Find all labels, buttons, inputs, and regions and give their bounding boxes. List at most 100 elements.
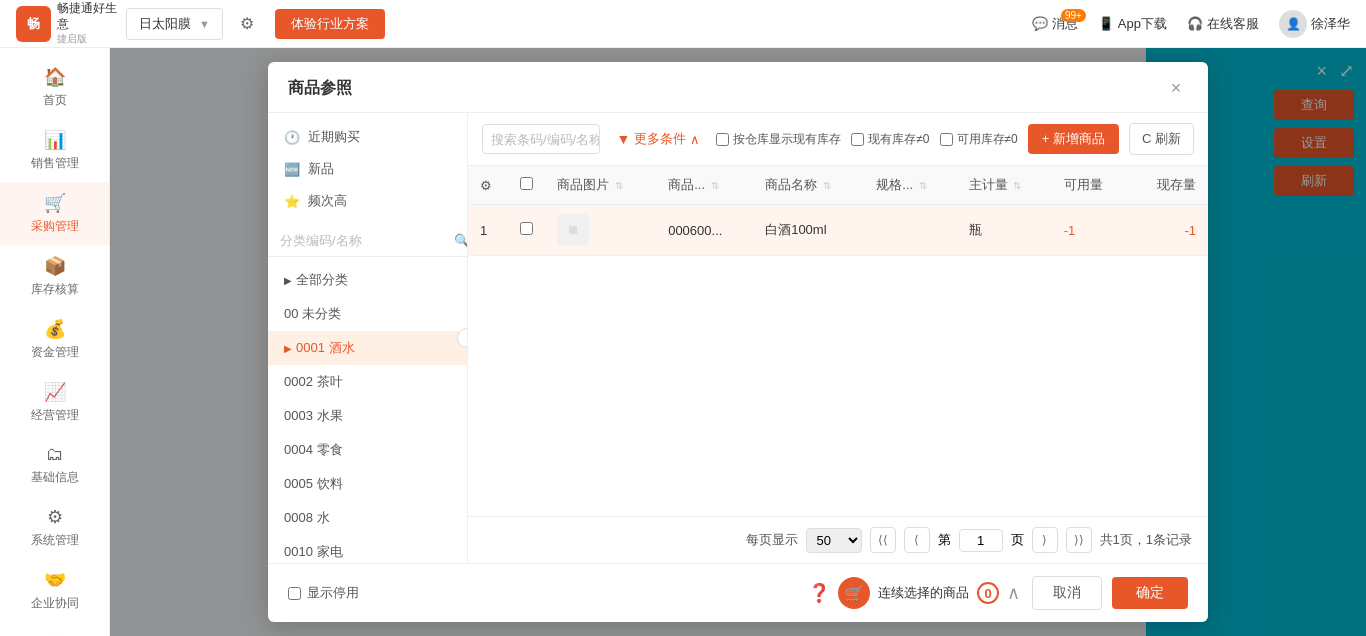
mobile-icon: 📱	[1098, 16, 1114, 31]
td-stock: -1	[1130, 205, 1208, 256]
branch-name: 日太阳膜	[139, 15, 191, 33]
display-disabled-checkbox[interactable]	[288, 587, 301, 600]
user-profile-nav-item[interactable]: 👤 徐泽华	[1279, 10, 1350, 38]
category-item-0[interactable]: 00 未分类	[268, 297, 467, 331]
th-unit[interactable]: 主计量 ⇅	[957, 166, 1052, 205]
product-search-input[interactable]	[483, 127, 600, 152]
category-label: 0004 零食	[284, 441, 343, 459]
category-item-2[interactable]: 0002 茶叶	[268, 365, 467, 399]
category-item-5[interactable]: 0005 饮料	[268, 467, 467, 501]
page-prev-btn[interactable]: ⟨	[904, 527, 930, 553]
experience-btn[interactable]: 体验行业方案	[275, 9, 385, 39]
quick-links: 🕐 近期购买 🆕 新品 ⭐ 频次高	[268, 113, 467, 225]
sidebar-item-system[interactable]: ⚙ 系统管理	[0, 496, 109, 559]
quick-link-recent[interactable]: 🕐 近期购买	[268, 121, 467, 153]
warehouse-stock-checkbox[interactable]	[716, 133, 729, 146]
page-input[interactable]	[959, 529, 1003, 552]
modal-close-btn[interactable]: ×	[1164, 76, 1188, 100]
quick-link-frequent[interactable]: ⭐ 频次高	[268, 185, 467, 217]
app-download-nav-item[interactable]: 📱 App下载	[1098, 15, 1167, 33]
cancel-btn[interactable]: 取消	[1032, 576, 1102, 610]
table-row[interactable]: 1	[468, 205, 1208, 256]
help-icon[interactable]: ❓	[808, 582, 830, 604]
table-body: 1	[468, 205, 1208, 256]
row-checkbox[interactable]	[520, 222, 533, 235]
nonzero-stock-filter[interactable]: 现有库存≠0	[851, 131, 929, 148]
logo-text: 畅捷通好生意	[57, 1, 126, 32]
logo-text-block: 畅捷通好生意 捷启版	[57, 1, 126, 46]
filter-icon: ▼	[616, 131, 630, 147]
td-spec	[864, 205, 956, 256]
th-usable: 可用量	[1052, 166, 1130, 205]
sidebar-item-basic-info[interactable]: 🗂 基础信息	[0, 434, 109, 496]
category-item-6[interactable]: 0008 水	[268, 501, 467, 535]
branch-selector[interactable]: 日太阳膜 ▼	[126, 8, 223, 40]
cart-icon[interactable]: 🛒	[838, 577, 870, 609]
sidebar-item-guide[interactable]: 📖 新手引导	[0, 622, 109, 636]
usable-stock-filter[interactable]: 可用库存≠0	[940, 131, 1018, 148]
select-all-checkbox[interactable]	[520, 177, 533, 190]
sort-icon: ⇅	[919, 180, 927, 191]
category-label: 0010 家电	[284, 543, 343, 561]
sidebar-item-operations[interactable]: 📈 经营管理	[0, 371, 109, 434]
category-list: ▶ 全部分类 00 未分类 ▶ 0001 酒水 0002 茶	[268, 257, 467, 563]
warehouse-stock-label: 按仓库显示现有库存	[733, 131, 841, 148]
page-unit: 页	[1011, 531, 1024, 549]
total-info: 共1页，1条记录	[1100, 531, 1192, 549]
sort-icon: ⇅	[711, 180, 719, 191]
confirm-btn[interactable]: 确定	[1112, 577, 1188, 609]
category-label: 0002 茶叶	[284, 373, 343, 391]
category-search-input[interactable]	[280, 233, 448, 248]
category-item-7[interactable]: 0010 家电	[268, 535, 467, 563]
category-item-1[interactable]: ▶ 0001 酒水	[268, 331, 467, 365]
sidebar-item-home[interactable]: 🏠 首页	[0, 56, 109, 119]
td-product-name: 白酒100ml	[753, 205, 864, 256]
online-service-nav-item[interactable]: 🎧 在线客服	[1187, 15, 1259, 33]
category-item-4[interactable]: 0004 零食	[268, 433, 467, 467]
category-label: 0005 饮料	[284, 475, 343, 493]
td-usable: -1	[1052, 205, 1130, 256]
logo-area: 畅 畅捷通好生意 捷启版	[16, 1, 126, 46]
add-product-btn[interactable]: + 新增商品	[1028, 124, 1119, 154]
quick-link-new[interactable]: 🆕 新品	[268, 153, 467, 185]
sort-icon: ⇅	[823, 180, 831, 191]
sidebar-item-collab[interactable]: 🤝 企业协同	[0, 559, 109, 622]
more-filter-btn[interactable]: ▼ 更多条件 ∧	[610, 125, 706, 153]
messages-nav-item[interactable]: 💬 消息 99+	[1032, 15, 1078, 33]
content-area: × ⤢ 查询 设置 刷新 商品参照 ×	[110, 48, 1366, 636]
th-product-code[interactable]: 商品... ⇅	[656, 166, 753, 205]
settings-icon[interactable]: ⚙	[231, 8, 263, 40]
page-first-btn[interactable]: ⟨⟨	[870, 527, 896, 553]
th-product-name[interactable]: 商品名称 ⇅	[753, 166, 864, 205]
main-layout: 🏠 首页 📊 销售管理 🛒 采购管理 📦 库存核算 💰 资金管理 📈 经营管理 …	[0, 48, 1366, 636]
refresh-btn[interactable]: C 刷新	[1129, 123, 1194, 155]
sidebar-item-label: 采购管理	[31, 218, 79, 235]
category-item-all[interactable]: ▶ 全部分类	[268, 263, 467, 297]
operations-icon: 📈	[44, 381, 66, 403]
modal-title: 商品参照	[288, 78, 352, 99]
page-next-btn[interactable]: ⟩	[1032, 527, 1058, 553]
footer-middle: ❓ 🛒 连续选择的商品 0 ∧	[808, 577, 1020, 609]
sidebar-item-finance[interactable]: 💰 资金管理	[0, 308, 109, 371]
warehouse-stock-filter[interactable]: 按仓库显示现有库存	[716, 131, 841, 148]
per-page-select[interactable]: 10 20 50 100	[806, 528, 862, 553]
display-disabled-label[interactable]: 显示停用	[288, 584, 359, 602]
sidebar-item-label: 库存核算	[31, 281, 79, 298]
th-product-image[interactable]: 商品图片 ⇅	[545, 166, 656, 205]
usable-stock-checkbox[interactable]	[940, 133, 953, 146]
sidebar-item-inventory[interactable]: 📦 库存核算	[0, 245, 109, 308]
th-spec[interactable]: 规格... ⇅	[864, 166, 956, 205]
collapse-footer-btn[interactable]: ∧	[1007, 582, 1020, 604]
nonzero-stock-checkbox[interactable]	[851, 133, 864, 146]
page-last-btn[interactable]: ⟩⟩	[1066, 527, 1092, 553]
category-label: 00 未分类	[284, 305, 341, 323]
category-search-icon[interactable]: 🔍	[454, 233, 468, 248]
new-icon: 🆕	[284, 162, 300, 177]
th-checkbox	[508, 166, 545, 205]
collab-icon: 🤝	[44, 569, 66, 591]
category-label: 0003 水果	[284, 407, 343, 425]
column-settings-icon[interactable]: ⚙	[480, 178, 492, 193]
category-item-3[interactable]: 0003 水果	[268, 399, 467, 433]
sidebar-item-sales[interactable]: 📊 销售管理	[0, 119, 109, 182]
sidebar-item-purchase[interactable]: 🛒 采购管理	[0, 182, 109, 245]
